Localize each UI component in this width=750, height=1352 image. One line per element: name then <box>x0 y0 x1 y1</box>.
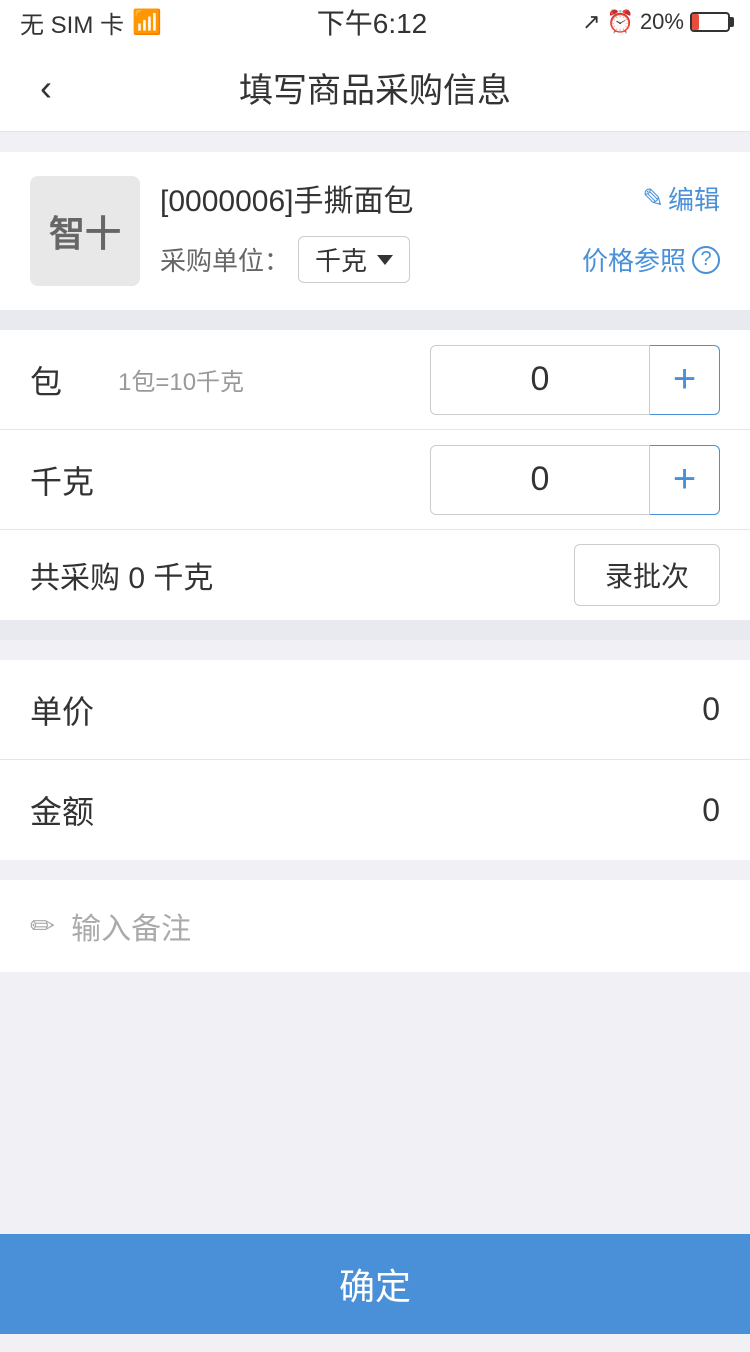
empty-area <box>0 972 750 1252</box>
bag-sublabel: 1包=10千克 <box>118 362 430 397</box>
confirm-button[interactable]: 确定 <box>0 1234 750 1334</box>
back-button[interactable]: ‹ <box>30 57 62 119</box>
chevron-down-icon <box>377 255 393 265</box>
page-title: 填写商品采购信息 <box>239 63 511 112</box>
unit-price-row: 单价 0 <box>0 660 750 760</box>
bag-input-row: 包 1包=10千克 + <box>0 330 750 430</box>
product-name: [0000006]手撕面包 <box>160 176 413 220</box>
unit-value: 千克 <box>315 241 367 278</box>
bag-plus-button[interactable]: + <box>650 345 720 415</box>
status-right: ↗ ⏰ 20% <box>582 9 730 35</box>
edit-button[interactable]: ✎ 编辑 <box>642 180 720 217</box>
unit-price-label: 单价 <box>30 687 94 733</box>
help-icon: ? <box>692 246 720 274</box>
pencil-icon: ✏ <box>30 909 55 944</box>
product-logo: 智十 <box>49 205 121 257</box>
battery-percent: 20% <box>640 9 684 35</box>
amount-label: 金额 <box>30 787 94 833</box>
kg-input-right: + <box>430 445 720 515</box>
wifi-icon: 📶 <box>132 8 162 37</box>
edit-icon: ✎ <box>642 183 664 214</box>
product-info-top: [0000006]手撕面包 ✎ 编辑 <box>160 176 720 220</box>
status-time: 下午6:12 <box>317 2 428 42</box>
bag-quantity-input[interactable] <box>430 345 650 415</box>
amount-row: 金额 0 <box>0 760 750 860</box>
separator-2 <box>0 620 750 640</box>
input-section: 包 1包=10千克 + 千克 + <box>0 330 750 530</box>
product-card: 智十 [0000006]手撕面包 ✎ 编辑 采购单位： 千克 价格参照 ? <box>0 152 750 310</box>
kg-plus-button[interactable]: + <box>650 445 720 515</box>
remark-section[interactable]: ✏ 输入备注 <box>0 880 750 972</box>
bag-label: 包 <box>30 357 110 403</box>
battery-icon <box>690 12 730 32</box>
separator-1 <box>0 310 750 330</box>
product-info: [0000006]手撕面包 ✎ 编辑 采购单位： 千克 价格参照 ? <box>160 176 720 283</box>
purchase-unit: 采购单位： 千克 <box>160 236 410 283</box>
batch-button[interactable]: 录批次 <box>574 544 720 606</box>
unit-price-value: 0 <box>702 691 720 728</box>
summary-text: 共采购 0 千克 <box>30 553 213 597</box>
purchase-unit-label: 采购单位： <box>160 241 290 278</box>
kg-label: 千克 <box>30 457 110 503</box>
kg-quantity-input[interactable] <box>430 445 650 515</box>
nav-bar: ‹ 填写商品采购信息 <box>0 44 750 132</box>
alarm-icon: ⏰ <box>607 9 634 35</box>
bag-input-right: + <box>430 345 720 415</box>
product-info-bottom: 采购单位： 千克 价格参照 ? <box>160 236 720 283</box>
amount-value: 0 <box>702 792 720 829</box>
product-thumbnail: 智十 <box>30 176 140 286</box>
summary-row: 共采购 0 千克 录批次 <box>0 530 750 620</box>
sim-label: 无 SIM 卡 <box>20 5 124 40</box>
kg-input-row: 千克 + <box>0 430 750 530</box>
status-left: 无 SIM 卡 📶 <box>20 5 162 40</box>
price-section: 单价 0 金额 0 <box>0 660 750 860</box>
price-ref-button[interactable]: 价格参照 ? <box>582 241 720 278</box>
remark-placeholder: 输入备注 <box>71 904 191 948</box>
status-bar: 无 SIM 卡 📶 下午6:12 ↗ ⏰ 20% <box>0 0 750 44</box>
location-icon: ↗ <box>582 9 600 35</box>
unit-selector[interactable]: 千克 <box>298 236 410 283</box>
